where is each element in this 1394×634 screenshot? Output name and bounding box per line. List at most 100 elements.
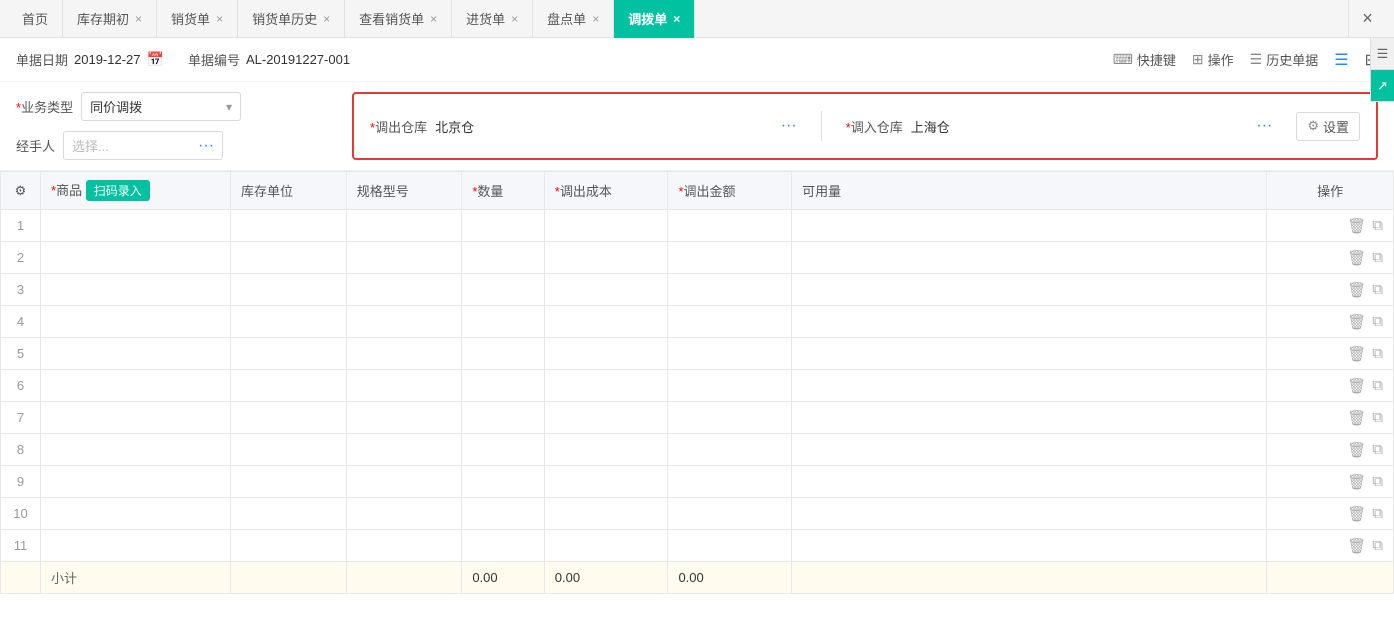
date-label: 单据日期 xyxy=(16,50,68,69)
history-button[interactable]: ☰ 历史单据 xyxy=(1250,50,1319,69)
shortcuts-button[interactable]: ⌨ 快捷键 xyxy=(1113,50,1176,69)
note-icon: ☰ xyxy=(1377,46,1389,62)
tab-inventory-init[interactable]: 库存期初 × xyxy=(63,0,157,38)
th-spec: 规格型号 xyxy=(346,172,462,210)
tab-close-sales-history[interactable]: × xyxy=(323,12,330,26)
handler-row: 经手人 选择... ··· xyxy=(16,131,336,160)
tab-home[interactable]: 首页 xyxy=(8,0,63,38)
row-num: 1 xyxy=(1,210,41,242)
table-row: 1 🗑⧉ xyxy=(1,210,1394,242)
gear-icon-th: ⚙ xyxy=(15,183,27,198)
copy-icon[interactable]: ⧉ xyxy=(1372,281,1383,298)
amount-cell[interactable] xyxy=(668,210,792,242)
tab-transfer[interactable]: 调拨单 × xyxy=(614,0,695,38)
tab-bar: 首页 库存期初 × 销货单 × 销货单历史 × 查看销货单 × 进货单 × 盘点… xyxy=(0,0,1394,38)
copy-icon[interactable]: ⧉ xyxy=(1372,409,1383,426)
copy-icon[interactable]: ⧉ xyxy=(1372,441,1383,458)
gear-icon: ⚙ xyxy=(1307,118,1319,134)
ops-cell: 🗑⧉ xyxy=(1267,210,1394,242)
handler-more-icon[interactable]: ··· xyxy=(198,137,214,155)
copy-icon[interactable]: ⧉ xyxy=(1372,313,1383,330)
copy-icon[interactable]: ⧉ xyxy=(1372,473,1383,490)
transfer-in-more-icon[interactable]: ··· xyxy=(1256,117,1272,135)
cost-cell[interactable] xyxy=(544,210,668,242)
delete-icon[interactable]: 🗑 xyxy=(1347,249,1366,267)
date-value: 2019-12-27 xyxy=(74,52,141,67)
tab-close-inventory-init[interactable]: × xyxy=(135,12,142,26)
spec-cell[interactable] xyxy=(346,210,462,242)
number-label: 单据编号 xyxy=(188,50,240,69)
settings-button[interactable]: ⚙ 设置 xyxy=(1296,112,1360,141)
copy-icon[interactable]: ⧉ xyxy=(1372,505,1383,522)
delete-icon[interactable]: 🗑 xyxy=(1347,217,1366,235)
sidebar-note-button[interactable]: ☰ xyxy=(1371,38,1394,70)
th-gear[interactable]: ⚙ xyxy=(1,172,41,210)
list-icon: ☰ xyxy=(1334,50,1348,70)
transfer-out-label: *调出仓库 xyxy=(370,117,427,136)
delete-icon[interactable]: 🗑 xyxy=(1347,537,1366,555)
copy-icon[interactable]: ⧉ xyxy=(1372,217,1383,234)
tab-close-purchase[interactable]: × xyxy=(511,12,518,26)
operations-button[interactable]: ⊞ 操作 xyxy=(1192,50,1234,69)
tab-view-sales[interactable]: 查看销货单 × xyxy=(345,0,452,38)
tab-sales-order[interactable]: 销货单 × xyxy=(157,0,238,38)
copy-icon[interactable]: ⧉ xyxy=(1372,537,1383,554)
data-table: ⚙ *商品 扫码录入 库存单位 规格型号 *数量 *调出成本 *调出金额 可用量… xyxy=(0,171,1394,594)
business-type-row: *业务类型 同价调拨 ▾ xyxy=(16,92,336,121)
table-row: 6 🗑⧉ xyxy=(1,370,1394,402)
scan-button[interactable]: 扫码录入 xyxy=(86,180,150,201)
table-header: ⚙ *商品 扫码录入 库存单位 规格型号 *数量 *调出成本 *调出金额 可用量… xyxy=(1,172,1394,210)
transfer-in-value: 上海仓 xyxy=(911,117,1249,136)
delete-icon[interactable]: 🗑 xyxy=(1347,345,1366,363)
sidebar-expand-button[interactable]: ↗ xyxy=(1371,70,1394,102)
tab-close-view-sales[interactable]: × xyxy=(430,12,437,26)
table-row: 4 🗑⧉ xyxy=(1,306,1394,338)
delete-icon[interactable]: 🗑 xyxy=(1347,473,1366,491)
subtotal-label: 小计 xyxy=(41,562,231,594)
available-cell xyxy=(792,210,1267,242)
header-actions: ⌨ 快捷键 ⊞ 操作 ☰ 历史单据 ☰ ⊟ xyxy=(1113,50,1378,70)
header-row: 单据日期 2019-12-27 📅 单据编号 AL-20191227-001 ⌨… xyxy=(0,38,1394,82)
table-body: 1 🗑⧉ 2 🗑⧉ 3 xyxy=(1,210,1394,594)
tab-purchase[interactable]: 进货单 × xyxy=(452,0,533,38)
calendar-icon[interactable]: 📅 xyxy=(147,51,164,68)
transfer-in-field: *调入仓库 上海仓 ··· xyxy=(846,117,1273,136)
delete-icon[interactable]: 🗑 xyxy=(1347,441,1366,459)
business-type-select[interactable]: 同价调拨 ▾ xyxy=(81,92,241,121)
tab-close-sales-order[interactable]: × xyxy=(216,12,223,26)
quantity-cell[interactable] xyxy=(462,210,544,242)
right-sidebar: ☰ ↗ xyxy=(1370,38,1394,102)
copy-icon[interactable]: ⧉ xyxy=(1372,377,1383,394)
delete-icon[interactable]: 🗑 xyxy=(1347,409,1366,427)
grid-icon: ⊞ xyxy=(1192,51,1204,68)
table-row: 2 🗑⧉ xyxy=(1,242,1394,274)
unit-cell[interactable] xyxy=(231,210,347,242)
dropdown-arrow-icon: ▾ xyxy=(226,100,232,114)
th-cost: *调出成本 xyxy=(544,172,668,210)
copy-icon[interactable]: ⧉ xyxy=(1372,249,1383,266)
tab-close-inventory[interactable]: × xyxy=(592,12,599,26)
subtotal-amount: 0.00 xyxy=(668,562,792,594)
window-close-button[interactable]: × xyxy=(1348,0,1386,38)
handler-select[interactable]: 选择... ··· xyxy=(63,131,223,160)
th-quantity: *数量 xyxy=(462,172,544,210)
delete-icon[interactable]: 🗑 xyxy=(1347,377,1366,395)
layout-list-button[interactable]: ☰ xyxy=(1334,50,1348,70)
product-cell[interactable] xyxy=(41,210,231,242)
date-field: 单据日期 2019-12-27 📅 xyxy=(16,50,164,69)
th-available: 可用量 xyxy=(792,172,1267,210)
subtotal-cost: 0.00 xyxy=(544,562,668,594)
copy-icon[interactable]: ⧉ xyxy=(1372,345,1383,362)
transfer-out-more-icon[interactable]: ··· xyxy=(781,117,797,135)
th-amount: *调出金额 xyxy=(668,172,792,210)
delete-icon[interactable]: 🗑 xyxy=(1347,281,1366,299)
delete-icon[interactable]: 🗑 xyxy=(1347,505,1366,523)
tab-inventory[interactable]: 盘点单 × xyxy=(533,0,614,38)
th-ops: 操作 xyxy=(1267,172,1394,210)
table-row: 9 🗑⧉ xyxy=(1,466,1394,498)
delete-icon[interactable]: 🗑 xyxy=(1347,313,1366,331)
expand-icon: ↗ xyxy=(1377,78,1388,94)
table-row: 7 🗑⧉ xyxy=(1,402,1394,434)
tab-sales-history[interactable]: 销货单历史 × xyxy=(238,0,345,38)
tab-close-transfer[interactable]: × xyxy=(673,12,680,26)
